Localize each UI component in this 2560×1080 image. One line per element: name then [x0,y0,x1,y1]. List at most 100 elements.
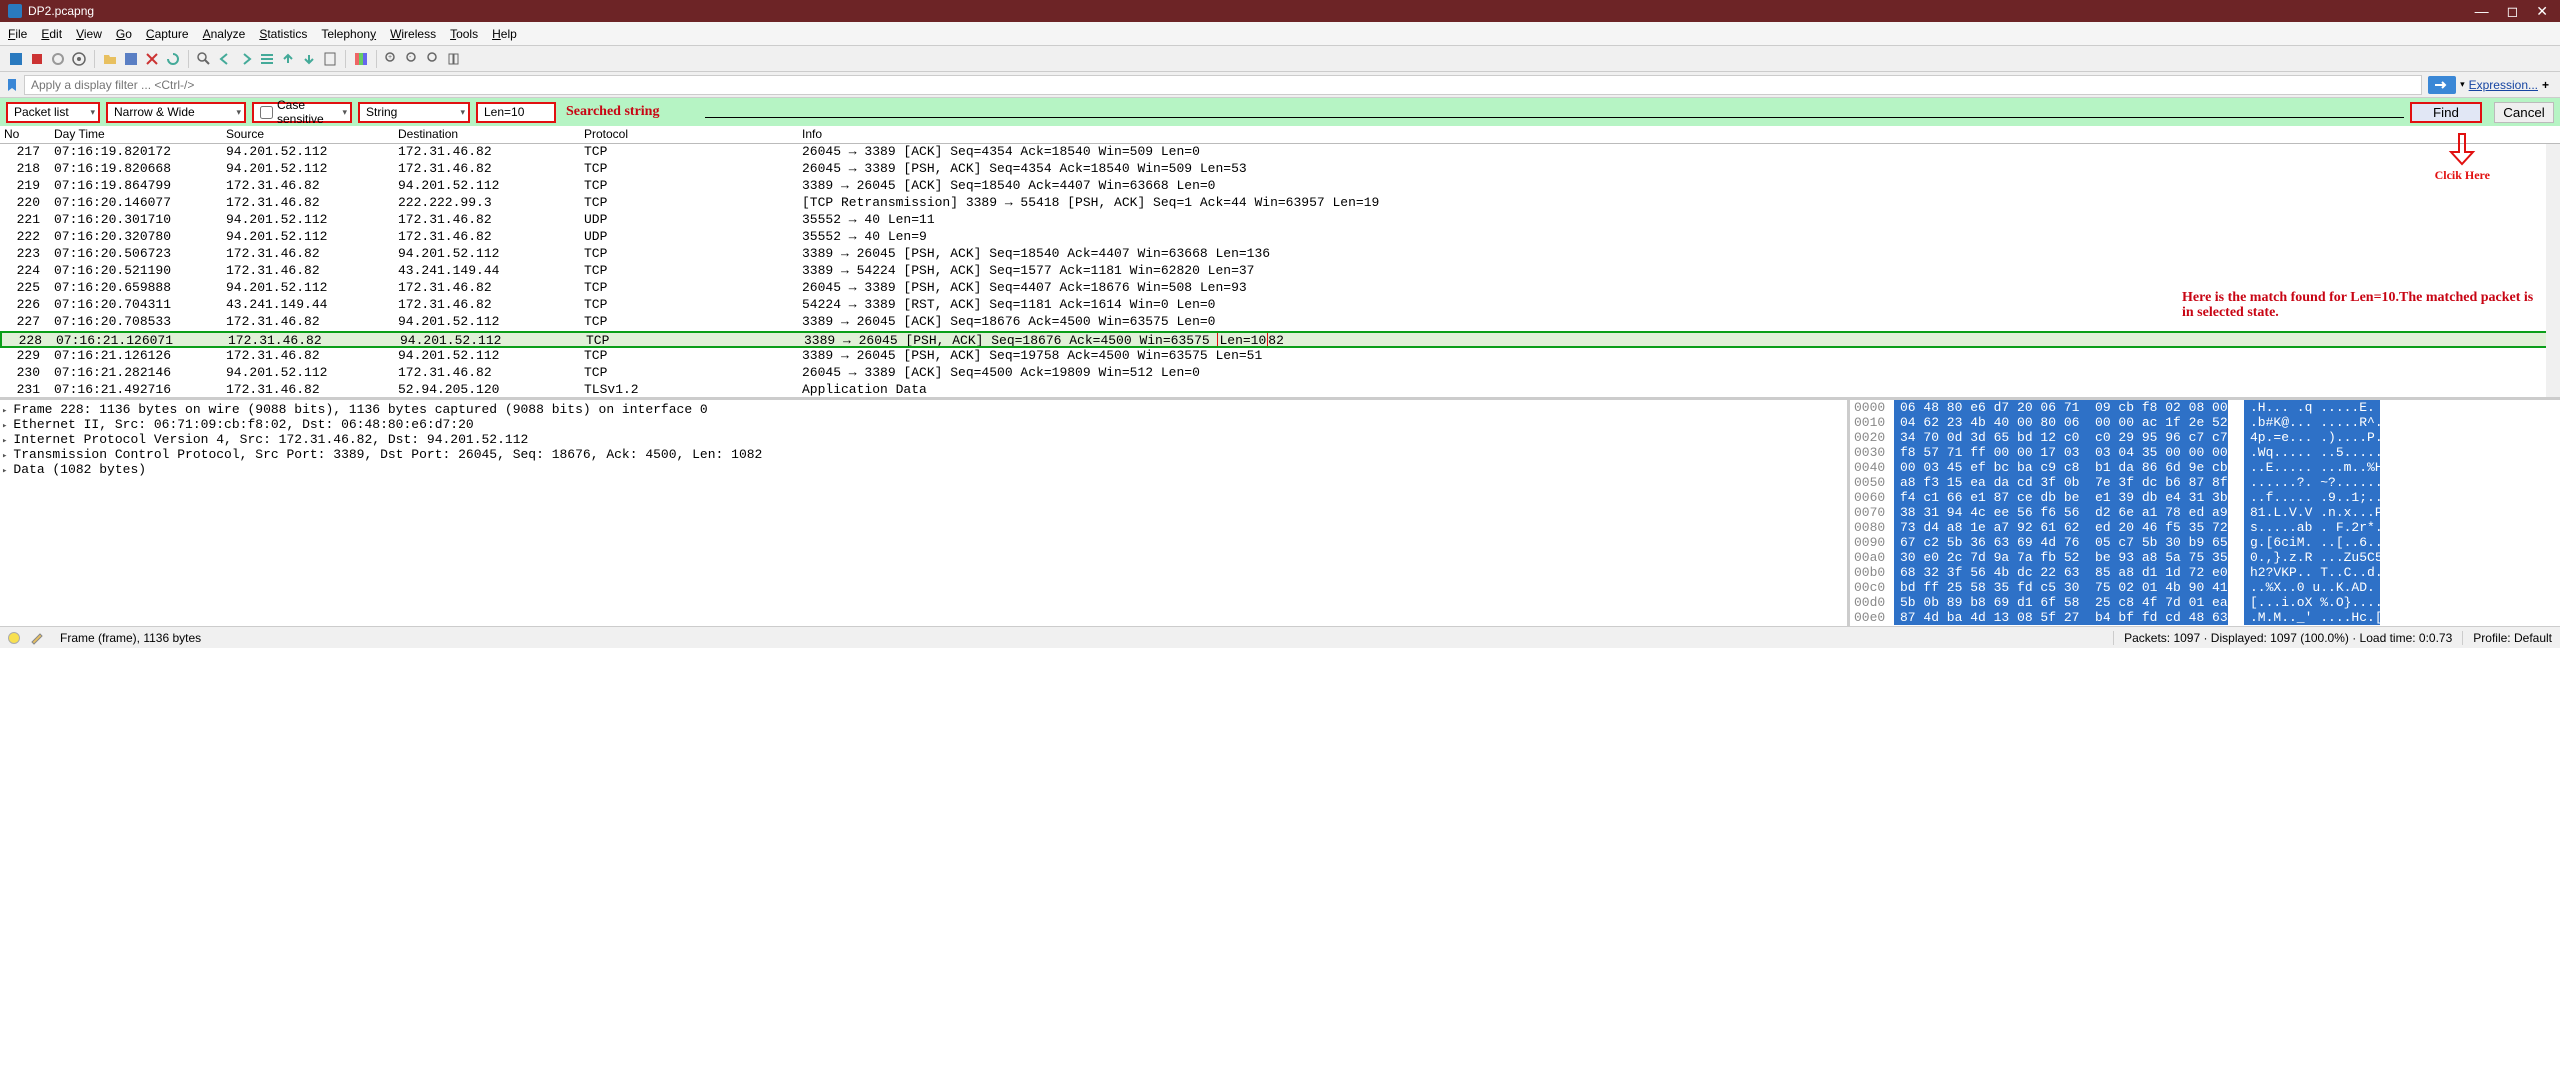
hex-row[interactable]: 00d05b 0b 89 b8 69 d1 6f 58 25 c8 4f 7d … [1850,595,2560,610]
column-info[interactable]: Info [798,126,2560,143]
menu-wireless[interactable]: Wireless [390,27,436,41]
search-type-select[interactable]: String [358,102,470,123]
hex-row[interactable]: 002034 70 0d 3d 65 bd 12 c0 c0 29 95 96 … [1850,430,2560,445]
dropdown-arrow-icon[interactable]: ▾ [2460,79,2465,90]
hex-row[interactable]: 000006 48 80 e6 d7 20 06 71 09 cb f8 02 … [1850,400,2560,415]
open-file-icon[interactable] [100,49,120,69]
menu-statistics[interactable]: Statistics [259,27,307,41]
auto-scroll-icon[interactable] [320,49,340,69]
hex-row[interactable]: 00c0bd ff 25 58 35 fd c5 30 75 02 01 4b … [1850,580,2560,595]
capture-options-icon[interactable] [69,49,89,69]
svg-text:-: - [409,54,412,61]
menu-analyze[interactable]: Analyze [203,27,246,41]
case-sensitive-checkbox[interactable]: Case sensitive [252,102,352,123]
packet-row[interactable]: 22807:16:21.126071172.31.46.8294.201.52.… [0,331,2560,348]
zoom-out-icon[interactable]: - [403,49,423,69]
resize-columns-icon[interactable] [445,49,465,69]
packet-row[interactable]: 22307:16:20.506723172.31.46.8294.201.52.… [0,246,2560,263]
hex-row[interactable]: 0060f4 c1 66 e1 87 ce db be e1 39 db e4 … [1850,490,2560,505]
reload-icon[interactable] [163,49,183,69]
zoom-reset-icon[interactable] [424,49,444,69]
menu-view[interactable]: View [76,27,102,41]
menu-capture[interactable]: Capture [146,27,189,41]
column-no[interactable]: No [0,126,50,143]
display-filter-input[interactable] [24,75,2422,95]
maximize-button[interactable]: ◻ [2507,3,2519,20]
hex-row[interactable]: 00a030 e0 2c 7d 9a 7a fb 52 be 93 a8 5a … [1850,550,2560,565]
expert-info-icon[interactable] [8,632,20,644]
detail-line[interactable]: Data (1082 bytes) [0,462,1847,477]
close-file-icon[interactable] [142,49,162,69]
edit-capture-comment-icon[interactable] [30,630,46,646]
detail-line[interactable]: Ethernet II, Src: 06:71:09:cb:f8:02, Dst… [0,417,1847,432]
detail-line[interactable]: Frame 228: 1136 bytes on wire (9088 bits… [0,402,1847,417]
hex-row[interactable]: 001004 62 23 4b 40 00 80 06 00 00 ac 1f … [1850,415,2560,430]
column-source[interactable]: Source [222,126,394,143]
search-charset-select[interactable]: Narrow & Wide [106,102,246,123]
restart-capture-icon[interactable] [48,49,68,69]
hex-row[interactable]: 0050a8 f3 15 ea da cd 3f 0b 7e 3f dc b6 … [1850,475,2560,490]
cancel-button[interactable]: Cancel [2494,102,2554,123]
packet-row[interactable]: 21907:16:19.864799172.31.46.8294.201.52.… [0,178,2560,195]
bookmark-icon[interactable] [4,77,20,93]
packet-details-pane[interactable]: Frame 228: 1136 bytes on wire (9088 bits… [0,400,1850,626]
find-button[interactable]: Find [2410,102,2482,123]
save-file-icon[interactable] [121,49,141,69]
menu-bar: File Edit View Go Capture Analyze Statis… [0,22,2560,46]
hex-row[interactable]: 008073 d4 a8 1e a7 92 61 62 ed 20 46 f5 … [1850,520,2560,535]
menu-help[interactable]: Help [492,27,517,41]
add-filter-button[interactable]: + [2542,78,2556,92]
go-back-icon[interactable] [215,49,235,69]
detail-line[interactable]: Internet Protocol Version 4, Src: 172.31… [0,432,1847,447]
stop-capture-icon[interactable] [27,49,47,69]
search-in-select[interactable]: Packet list [6,102,100,123]
menu-telephony[interactable]: Telephony [321,27,376,41]
column-destination[interactable]: Destination [394,126,580,143]
minimize-button[interactable]: — [2475,3,2489,20]
expression-button[interactable]: Expression... [2469,78,2538,92]
packet-row[interactable]: 22007:16:20.146077172.31.46.82222.222.99… [0,195,2560,212]
vertical-scrollbar[interactable] [2546,144,2560,397]
find-packet-bar: Packet list Narrow & Wide Case sensitive… [0,98,2560,126]
packet-row[interactable]: 22407:16:20.521190172.31.46.8243.241.149… [0,263,2560,280]
menu-edit[interactable]: Edit [41,27,62,41]
menu-go[interactable]: Go [116,27,132,41]
filter-bar: ▾ Expression... + [0,72,2560,98]
menu-tools[interactable]: Tools [450,27,478,41]
packet-bytes-pane[interactable]: 000006 48 80 e6 d7 20 06 71 09 cb f8 02 … [1850,400,2560,626]
close-button[interactable]: ✕ [2536,3,2548,20]
hex-row[interactable]: 00e087 4d ba 4d 13 08 5f 27 b4 bf fd cd … [1850,610,2560,625]
toolbar: + - [0,46,2560,72]
packet-row[interactable]: 22507:16:20.65988894.201.52.112172.31.46… [0,280,2560,297]
packet-row[interactable]: 22107:16:20.30171094.201.52.112172.31.46… [0,212,2560,229]
hex-row[interactable]: 00b068 32 3f 56 4b dc 22 63 85 a8 d1 1d … [1850,565,2560,580]
packet-row[interactable]: 21707:16:19.82017294.201.52.112172.31.46… [0,144,2560,161]
packet-row[interactable]: 22207:16:20.32078094.201.52.112172.31.46… [0,229,2560,246]
search-value-input[interactable]: Len=10 [476,102,556,123]
packet-row[interactable]: 22607:16:20.70431143.241.149.44172.31.46… [0,297,2560,314]
goto-first-icon[interactable] [278,49,298,69]
column-protocol[interactable]: Protocol [580,126,798,143]
packet-row[interactable]: 23007:16:21.28214694.201.52.112172.31.46… [0,365,2560,382]
find-packet-icon[interactable] [194,49,214,69]
detail-line[interactable]: Transmission Control Protocol, Src Port:… [0,447,1847,462]
zoom-in-icon[interactable]: + [382,49,402,69]
colorize-icon[interactable] [351,49,371,69]
packet-row[interactable]: 22907:16:21.126126172.31.46.8294.201.52.… [0,348,2560,365]
status-profile[interactable]: Profile: Default [2462,631,2552,645]
apply-filter-button[interactable] [2428,76,2456,94]
column-time[interactable]: Day Time [50,126,222,143]
hex-row[interactable]: 007038 31 94 4c ee 56 f6 56 d2 6e a1 78 … [1850,505,2560,520]
goto-last-icon[interactable] [299,49,319,69]
menu-file[interactable]: File [8,27,27,41]
go-forward-icon[interactable] [236,49,256,69]
hex-row[interactable]: 009067 c2 5b 36 63 69 4d 76 05 c7 5b 30 … [1850,535,2560,550]
packet-row[interactable]: 21807:16:19.82066894.201.52.112172.31.46… [0,161,2560,178]
packet-row[interactable]: 22707:16:20.708533172.31.46.8294.201.52.… [0,314,2560,331]
goto-packet-icon[interactable] [257,49,277,69]
annotation-line [705,117,2404,118]
start-capture-icon[interactable] [6,49,26,69]
packet-row[interactable]: 23107:16:21.492716172.31.46.8252.94.205.… [0,382,2560,399]
hex-row[interactable]: 004000 03 45 ef bc ba c9 c8 b1 da 86 6d … [1850,460,2560,475]
hex-row[interactable]: 0030f8 57 71 ff 00 00 17 03 03 04 35 00 … [1850,445,2560,460]
